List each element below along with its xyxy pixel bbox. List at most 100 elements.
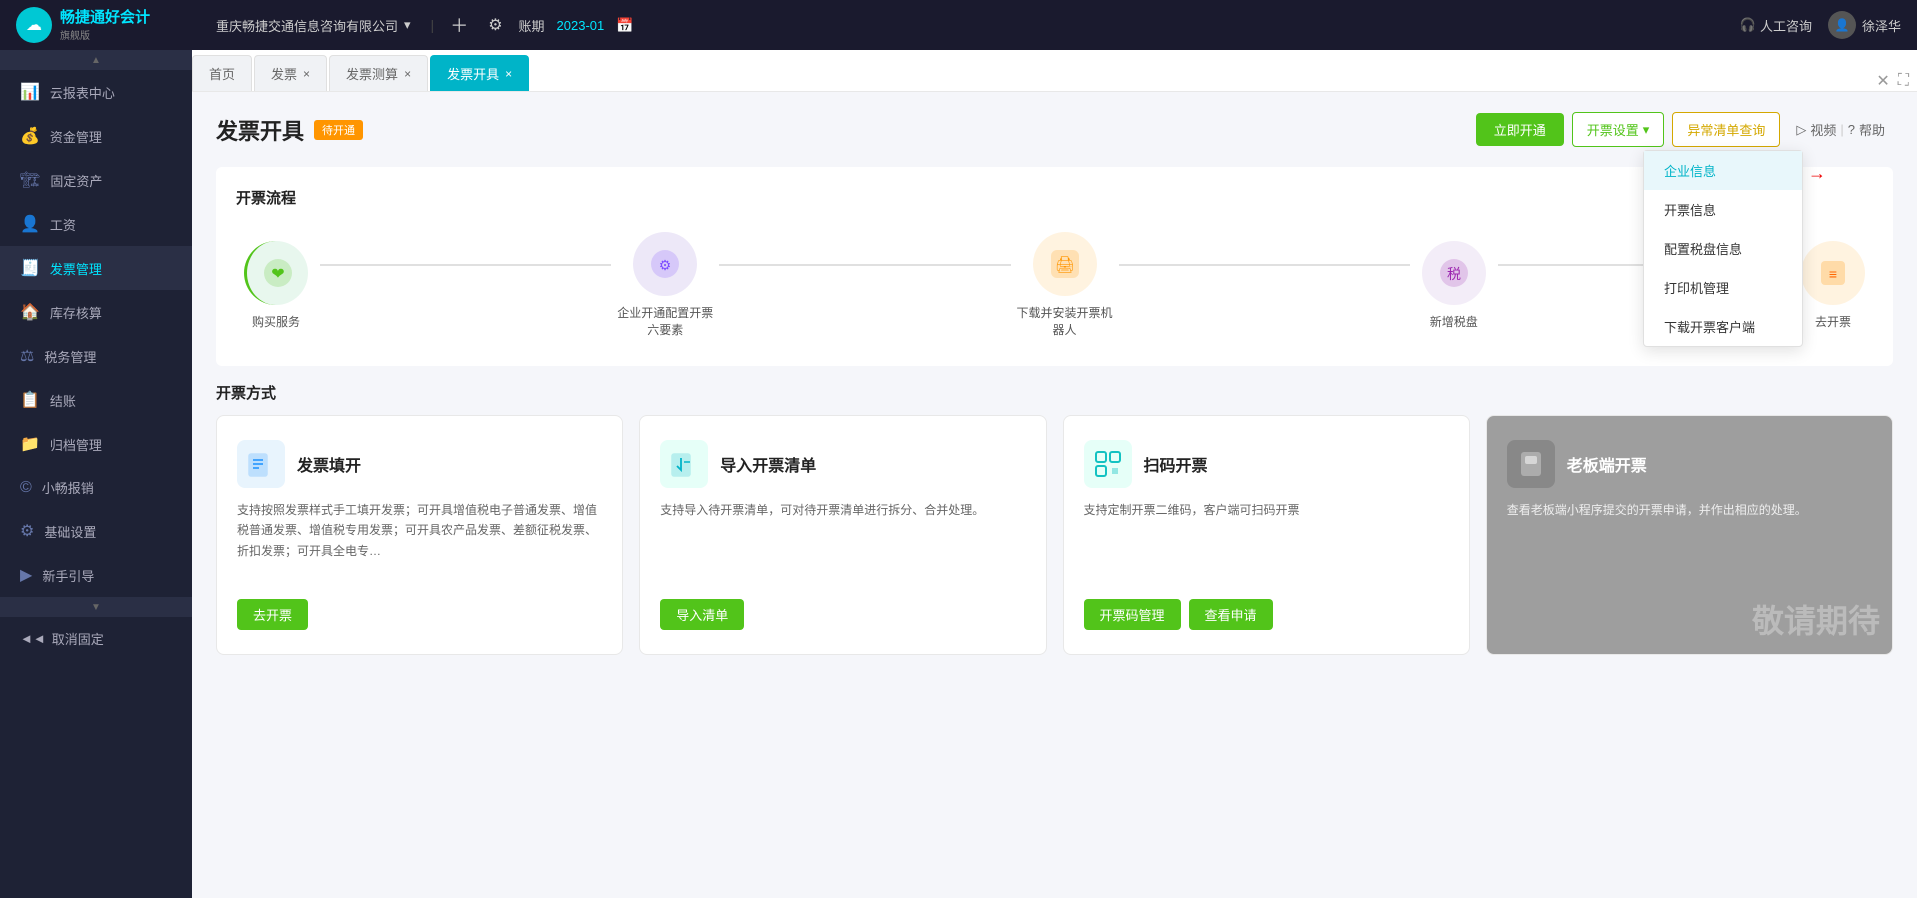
sidebar-item-fixed-assets[interactable]: 🏗 固定资产	[0, 158, 192, 202]
video-label: 视频	[1810, 120, 1836, 139]
tab-invoice-calc-label: 发票测算	[346, 64, 398, 83]
exception-list-button[interactable]: 异常清单查询	[1672, 112, 1780, 147]
method-card-import: 导入开票清单 支持导入待开票清单，可对待开票清单进行拆分、合并处理。 导入清单	[639, 415, 1046, 655]
header-actions: 立即开通 开票设置 ▾ 异常清单查询 ▷ 视频 | ? 帮助	[1476, 112, 1893, 147]
close-window-btn[interactable]: ✕	[1876, 71, 1889, 91]
activate-button[interactable]: 立即开通	[1476, 113, 1564, 146]
methods-section-title: 开票方式	[216, 385, 276, 402]
sidebar-item-archive[interactable]: 📁 归档管理	[0, 422, 192, 466]
sidebar-item-cloud-report[interactable]: 📊 云报表中心	[0, 70, 192, 114]
main-layout: ▲ 📊 云报表中心 💰 资金管理 🏗 固定资产 👤 工资 🧾 发票管理 🏠 库存…	[0, 50, 1917, 898]
process-step-config: ⚙ 企业开通配置开票六要素	[615, 232, 715, 338]
add-company-button[interactable]: ＋	[446, 8, 472, 42]
account-icon: 📋	[20, 390, 40, 410]
invoice-settings-button[interactable]: 开票设置 ▾	[1572, 112, 1665, 147]
tab-invoice-calc-close[interactable]: ×	[404, 67, 411, 81]
sidebar-scroll-up[interactable]: ▲	[0, 50, 192, 70]
inventory-icon: 🏠	[20, 302, 40, 322]
svg-text:≡: ≡	[1829, 266, 1837, 282]
import-list-button[interactable]: 导入清单	[660, 599, 744, 630]
sidebar-label-salary: 工资	[50, 215, 172, 234]
dropdown-item-invoice-info[interactable]: 开票信息	[1644, 190, 1802, 229]
user-area[interactable]: 👤 徐泽华	[1828, 11, 1901, 39]
tab-invoice-close[interactable]: ×	[303, 67, 310, 81]
sidebar-label-capital: 资金管理	[50, 127, 172, 146]
method-scan-icon	[1084, 440, 1132, 488]
salary-icon: 👤	[20, 214, 40, 234]
method-boss-icon	[1507, 440, 1555, 488]
dropdown-item-company-info[interactable]: 企业信息 →	[1644, 151, 1802, 190]
sidebar-label-tax: 税务管理	[44, 347, 172, 366]
consult-label: 人工咨询	[1760, 16, 1812, 35]
sidebar-label-cloud-report: 云报表中心	[50, 83, 172, 102]
period-value: 2023-01	[557, 18, 605, 33]
page-title: 发票开具	[216, 114, 304, 146]
chevron-down-icon: ▾	[1643, 122, 1650, 138]
connector-1	[320, 264, 611, 266]
cancel-pin-label: 取消固定	[52, 629, 104, 648]
sidebar-item-guide[interactable]: ▶ 新手引导	[0, 553, 192, 597]
cloud-report-icon: 📊	[20, 82, 40, 102]
process-step-taxdisk: 税 新增税盘	[1414, 241, 1494, 330]
dropdown-item-printer[interactable]: 打印机管理	[1644, 268, 1802, 307]
company-info-label: 企业信息	[1664, 164, 1716, 179]
sidebar-cancel-pin[interactable]: ◄◄ 取消固定	[0, 617, 192, 660]
sidebar-item-account[interactable]: 📋 结账	[0, 378, 192, 422]
method-boss-header: 老板端开票	[1507, 440, 1872, 488]
tab-invoice-calc[interactable]: 发票测算 ×	[329, 55, 428, 91]
tab-home[interactable]: 首页	[192, 55, 252, 91]
sidebar-item-invoice-mgmt[interactable]: 🧾 发票管理	[0, 246, 192, 290]
step-taxdisk-label: 新增税盘	[1430, 313, 1478, 330]
process-step-goinvoice: ≡ 去开票	[1793, 241, 1873, 330]
method-card-boss: 老板端开票 查看老板端小程序提交的开票申请，并作出相应的处理。 敬请期待	[1486, 415, 1893, 655]
tabs-right: ✕ ⛶	[1876, 71, 1917, 91]
expand-window-btn[interactable]: ⛶	[1898, 72, 1909, 90]
exception-list-label: 异常清单查询	[1687, 120, 1765, 139]
tab-invoice[interactable]: 发票 ×	[254, 55, 327, 91]
method-import-title: 导入开票清单	[720, 452, 816, 476]
svg-text:❤: ❤	[271, 266, 284, 283]
tab-invoice-issue[interactable]: 发票开具 ×	[430, 55, 529, 91]
tax-icon: ⚖	[20, 346, 34, 366]
sidebar-item-settings[interactable]: ⚙ 基础设置	[0, 509, 192, 553]
calendar-icon[interactable]: 📅	[616, 17, 633, 34]
sidebar-item-xiaochangbao[interactable]: © 小畅报销	[0, 466, 192, 509]
sidebar-label-invoice-mgmt: 发票管理	[50, 259, 172, 278]
process-step-buy: ❤ 购买服务	[236, 241, 316, 330]
qr-mgmt-button[interactable]: 开票码管理	[1084, 599, 1181, 630]
company-selector[interactable]: 重庆畅捷交通信息咨询有限公司 ▾	[208, 12, 419, 39]
method-scan-actions: 开票码管理 查看申请	[1084, 599, 1449, 630]
view-apply-button[interactable]: 查看申请	[1189, 599, 1273, 630]
page-content: 发票开具 待开通 立即开通 开票设置 ▾ 异常清单查询 ▷ 视频 |	[192, 92, 1917, 898]
go-invoice-button[interactable]: 去开票	[237, 599, 308, 630]
method-scan-inner: 扫码开票 支持定制开票二维码，客户端可扫码开票 开票码管理 查看申请	[1084, 440, 1449, 630]
avatar: 👤	[1828, 11, 1856, 39]
dropdown-item-download-client[interactable]: 下载开票客户端	[1644, 307, 1802, 346]
consult-button[interactable]: 🎧 人工咨询	[1740, 16, 1812, 35]
step-buy-label: 购买服务	[252, 313, 300, 330]
settings-icon[interactable]: ⚙	[484, 11, 506, 39]
sidebar-item-capital[interactable]: 💰 资金管理	[0, 114, 192, 158]
page-header: 发票开具 待开通 立即开通 开票设置 ▾ 异常清单查询 ▷ 视频 |	[216, 112, 1893, 147]
dropdown-item-tax-disk[interactable]: 配置税盘信息	[1644, 229, 1802, 268]
connector-2	[719, 264, 1010, 266]
tab-invoice-issue-label: 发票开具	[447, 64, 499, 83]
invoice-mgmt-icon: 🧾	[20, 258, 40, 278]
step-buy-icon: ❤	[244, 241, 308, 305]
sidebar-item-inventory[interactable]: 🏠 库存核算	[0, 290, 192, 334]
method-fill-desc: 支持按照发票样式手工填开发票；可开具增值税电子普通发票、增值税普通发票、增值税专…	[237, 500, 602, 583]
tab-invoice-issue-close[interactable]: ×	[505, 67, 512, 81]
sidebar-item-tax[interactable]: ⚖ 税务管理	[0, 334, 192, 378]
video-button[interactable]: ▷ 视频 | ? 帮助	[1788, 113, 1893, 146]
headphone-icon: 🎧	[1740, 17, 1756, 33]
sidebar: ▲ 📊 云报表中心 💰 资金管理 🏗 固定资产 👤 工资 🧾 发票管理 🏠 库存…	[0, 50, 192, 898]
step-download-icon: 🖨	[1033, 232, 1097, 296]
process-step-download: 🖨 下载并安装开票机器人	[1015, 232, 1115, 338]
sidebar-item-salary[interactable]: 👤 工资	[0, 202, 192, 246]
sidebar-scroll-down[interactable]: ▼	[0, 597, 192, 617]
method-fill-header: 发票填开	[237, 440, 602, 488]
boss-overlay-text: 敬请期待	[1752, 596, 1880, 642]
method-boss-title: 老板端开票	[1567, 452, 1647, 476]
sidebar-label-xiaochangbao: 小畅报销	[42, 478, 172, 497]
logo-icon: ☁	[16, 7, 52, 43]
